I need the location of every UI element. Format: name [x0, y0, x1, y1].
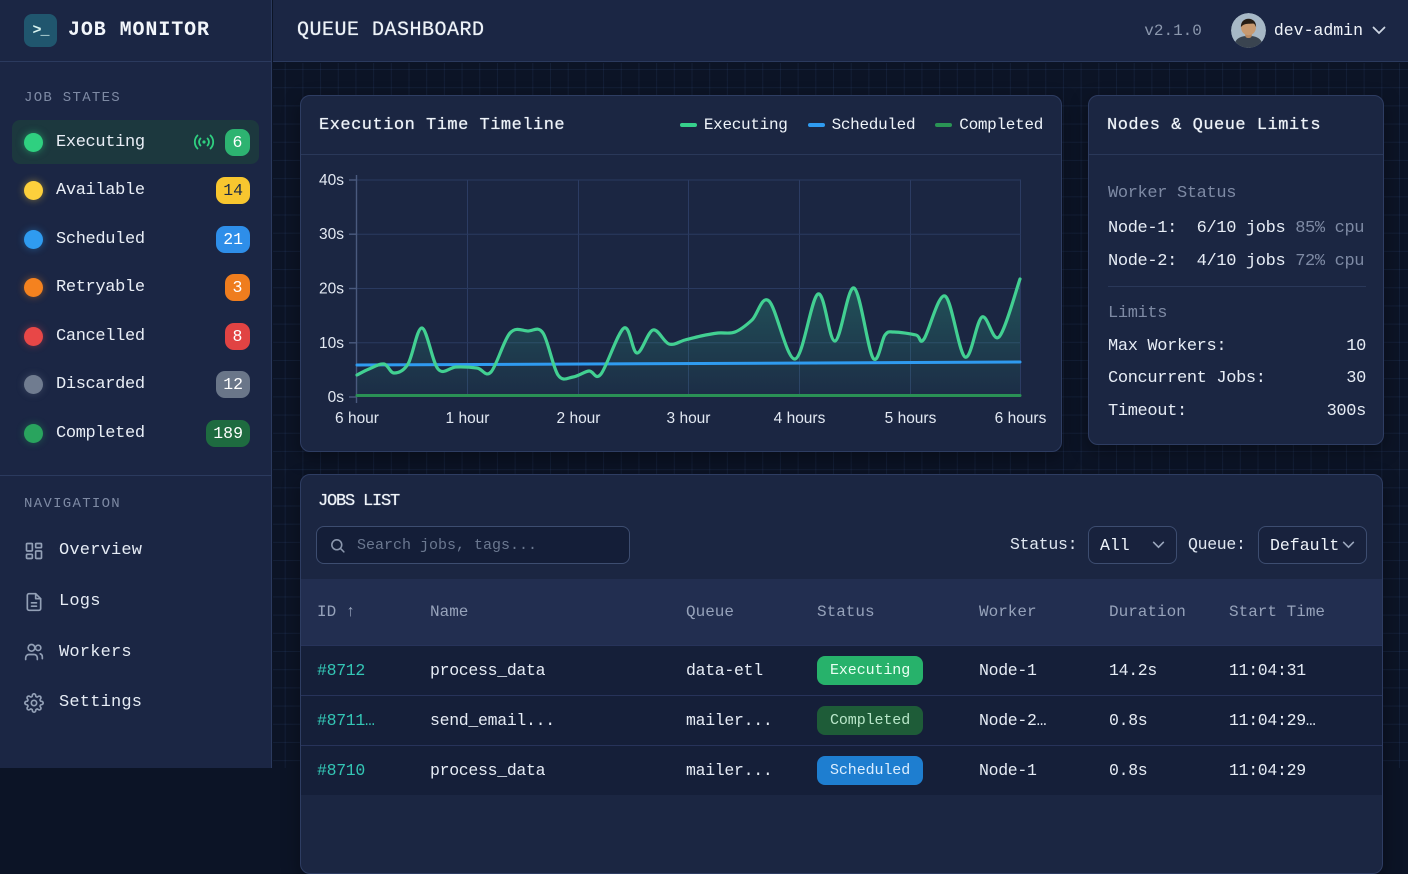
svg-text:5 hours: 5 hours [885, 410, 937, 427]
svg-text:4 hours: 4 hours [774, 410, 826, 427]
svg-text:0s: 0s [328, 389, 345, 406]
svg-text:3 hour: 3 hour [667, 410, 711, 427]
svg-text:40s: 40s [319, 172, 344, 189]
svg-text:20s: 20s [319, 281, 344, 298]
svg-text:6 hour: 6 hour [335, 410, 379, 427]
svg-text:2 hour: 2 hour [557, 410, 601, 427]
svg-text:6 hours: 6 hours [995, 410, 1047, 427]
svg-text:30s: 30s [319, 226, 344, 243]
svg-text:10s: 10s [319, 335, 344, 352]
svg-text:1 hour: 1 hour [446, 410, 490, 427]
